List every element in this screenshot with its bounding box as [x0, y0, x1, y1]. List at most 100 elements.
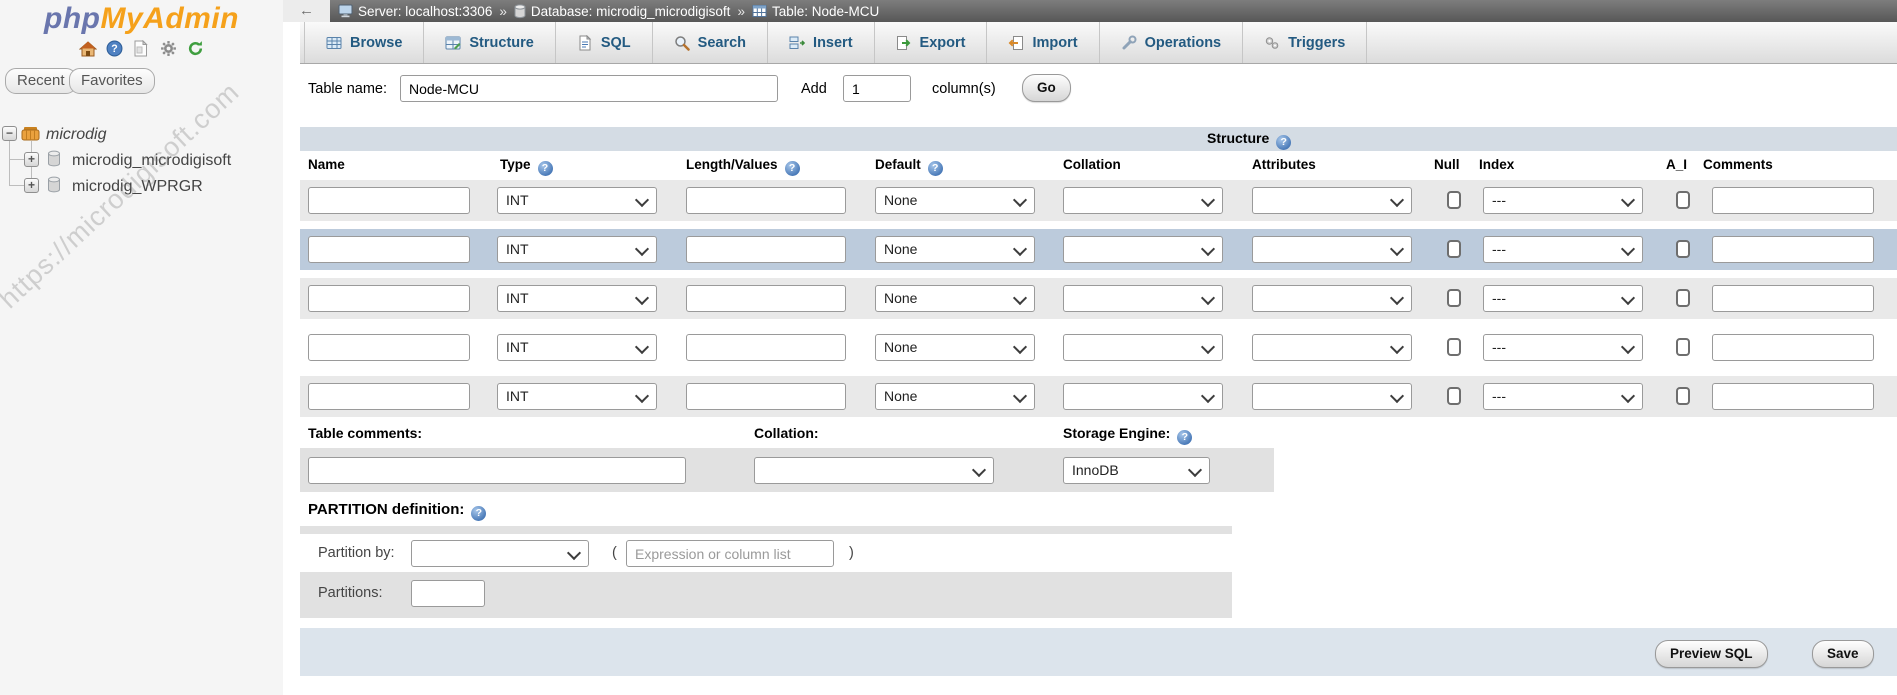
- column-name-input[interactable]: [308, 383, 470, 410]
- preview-sql-button[interactable]: Preview SQL: [1655, 640, 1768, 668]
- tab-operations[interactable]: Operations: [1100, 22, 1244, 63]
- help-icon[interactable]: ?: [1276, 135, 1292, 150]
- index-select[interactable]: ---: [1483, 383, 1643, 410]
- tree-database-item[interactable]: microdig_WPRGR: [72, 178, 203, 196]
- type-select[interactable]: INT: [497, 236, 657, 263]
- help-icon[interactable]: ?: [784, 161, 800, 176]
- column-name-input[interactable]: [308, 187, 470, 214]
- column-name-input[interactable]: [308, 334, 470, 361]
- null-checkbox[interactable]: [1447, 240, 1461, 258]
- documentation-icon[interactable]: [133, 40, 151, 57]
- type-select[interactable]: INT: [497, 334, 657, 361]
- navigation-sidebar: phpMyAdmin ? Recent Favorites − microdig…: [0, 0, 283, 695]
- collation-select[interactable]: [1063, 383, 1223, 410]
- index-select[interactable]: ---: [1483, 236, 1643, 263]
- expand-toggle[interactable]: +: [24, 152, 39, 167]
- tab-insert[interactable]: Insert: [768, 22, 875, 63]
- breadcrumb-server[interactable]: Server: localhost:3306: [338, 4, 492, 19]
- collapse-navigation-arrow[interactable]: ←: [283, 0, 330, 22]
- null-checkbox[interactable]: [1447, 191, 1461, 209]
- tab-structure[interactable]: Structure: [424, 22, 556, 63]
- tab-export[interactable]: Export: [875, 22, 988, 63]
- column-name-input[interactable]: [308, 285, 470, 312]
- tab-browse[interactable]: Browse: [304, 22, 425, 63]
- null-checkbox[interactable]: [1447, 289, 1461, 307]
- ai-checkbox[interactable]: [1676, 338, 1690, 356]
- partition-expression-input[interactable]: [626, 540, 834, 567]
- collation-select[interactable]: [1063, 236, 1223, 263]
- type-select[interactable]: INT: [497, 285, 657, 312]
- length-values-input[interactable]: [686, 383, 846, 410]
- ai-checkbox[interactable]: [1676, 240, 1690, 258]
- null-checkbox[interactable]: [1447, 338, 1461, 356]
- tab-import[interactable]: Import: [987, 22, 1100, 63]
- comments-input[interactable]: [1712, 187, 1874, 214]
- save-button[interactable]: Save: [1812, 640, 1874, 668]
- tab-search[interactable]: Search: [653, 22, 769, 63]
- help-icon[interactable]: ?: [471, 506, 487, 521]
- null-checkbox[interactable]: [1447, 387, 1461, 405]
- expand-toggle[interactable]: +: [24, 178, 39, 193]
- settings-gear-icon[interactable]: [160, 40, 178, 57]
- comments-input[interactable]: [1712, 285, 1874, 312]
- attributes-select[interactable]: [1252, 187, 1412, 214]
- ai-checkbox[interactable]: [1676, 387, 1690, 405]
- home-icon[interactable]: [78, 40, 97, 57]
- column-header-name: Name: [308, 157, 345, 172]
- add-columns-input[interactable]: [843, 75, 911, 102]
- length-values-input[interactable]: [686, 285, 846, 312]
- index-select[interactable]: ---: [1483, 334, 1643, 361]
- default-select[interactable]: None: [875, 187, 1035, 214]
- recent-tab[interactable]: Recent: [5, 68, 77, 94]
- collation-select[interactable]: [1063, 187, 1223, 214]
- length-values-input[interactable]: [686, 187, 846, 214]
- ai-checkbox[interactable]: [1676, 289, 1690, 307]
- comments-input[interactable]: [1712, 236, 1874, 263]
- go-button[interactable]: Go: [1022, 74, 1071, 102]
- storage-engine-select[interactable]: InnoDB: [1063, 457, 1210, 484]
- collation-select[interactable]: [1063, 285, 1223, 312]
- length-values-input[interactable]: [686, 236, 846, 263]
- default-select[interactable]: None: [875, 236, 1035, 263]
- table-collation-select[interactable]: [754, 457, 994, 484]
- help-icon[interactable]: ?: [1177, 430, 1193, 445]
- add-label: Add: [801, 81, 827, 97]
- type-select[interactable]: INT: [497, 187, 657, 214]
- ai-checkbox[interactable]: [1676, 191, 1690, 209]
- length-values-input[interactable]: [686, 334, 846, 361]
- partition-by-select[interactable]: [411, 540, 589, 567]
- attributes-select[interactable]: [1252, 334, 1412, 361]
- table-row: INT None ---: [300, 376, 1897, 417]
- phpmyadmin-logo[interactable]: phpMyAdmin: [0, 2, 283, 36]
- table-name-input[interactable]: [400, 75, 778, 102]
- refresh-icon[interactable]: [187, 40, 205, 57]
- default-select[interactable]: None: [875, 285, 1035, 312]
- index-select[interactable]: ---: [1483, 187, 1643, 214]
- tree-server-item[interactable]: microdig: [46, 126, 106, 144]
- default-select[interactable]: None: [875, 334, 1035, 361]
- comments-input[interactable]: [1712, 383, 1874, 410]
- tree-database-item[interactable]: microdig_microdigisoft: [72, 152, 231, 170]
- comments-input[interactable]: [1712, 334, 1874, 361]
- column-name-input[interactable]: [308, 236, 470, 263]
- help-icon[interactable]: ?: [927, 161, 943, 176]
- favorites-tab[interactable]: Favorites: [69, 68, 155, 94]
- structure-icon: [445, 35, 461, 51]
- collapse-toggle[interactable]: −: [2, 126, 17, 141]
- help-icon[interactable]: ?: [537, 161, 553, 176]
- chevron-down-icon: [971, 462, 987, 478]
- tab-sql[interactable]: SQL: [556, 22, 653, 63]
- partitions-count-input[interactable]: [411, 580, 485, 607]
- type-select[interactable]: INT: [497, 383, 657, 410]
- attributes-select[interactable]: [1252, 236, 1412, 263]
- collation-select[interactable]: [1063, 334, 1223, 361]
- index-select[interactable]: ---: [1483, 285, 1643, 312]
- breadcrumb-table[interactable]: Table: Node-MCU: [752, 4, 879, 19]
- breadcrumb-database[interactable]: Database: microdig_microdigisoft: [514, 4, 730, 19]
- tab-triggers[interactable]: Triggers: [1243, 22, 1368, 63]
- default-select[interactable]: None: [875, 383, 1035, 410]
- table-comments-input[interactable]: [308, 457, 686, 484]
- attributes-select[interactable]: [1252, 383, 1412, 410]
- attributes-select[interactable]: [1252, 285, 1412, 312]
- help-icon[interactable]: ?: [106, 40, 124, 57]
